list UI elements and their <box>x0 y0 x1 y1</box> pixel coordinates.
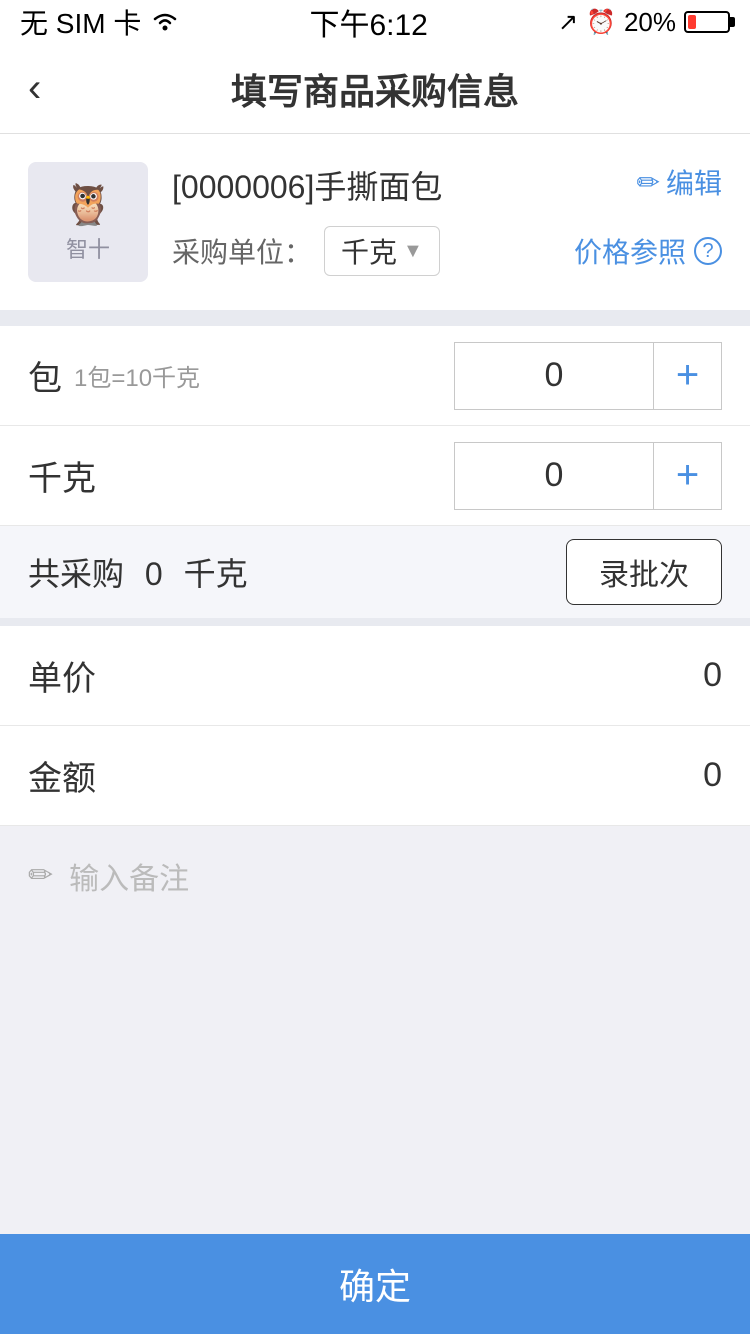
confirm-button-label: 确定 <box>339 1258 411 1310</box>
remark-section[interactable]: ✏ 输入备注 <box>0 826 750 926</box>
product-logo-icon: 🦉 <box>63 181 113 228</box>
nav-bar: ‹ 填写商品采购信息 <box>0 44 750 134</box>
status-bar-right: ↗ ⏰ 20% <box>558 7 730 38</box>
unit-value: 千克 <box>341 231 397 271</box>
kg-plus-icon: + <box>676 453 699 498</box>
unit-select-arrow: ▼ <box>403 240 423 263</box>
bao-input-row: 包 1包=10千克 + <box>0 326 750 426</box>
battery-fill <box>688 15 696 29</box>
battery-percent: 20% <box>624 7 676 38</box>
bao-qty-input[interactable] <box>454 342 654 410</box>
kg-plus-button[interactable]: + <box>654 442 722 510</box>
carrier-text: 无 SIM 卡 <box>20 2 141 42</box>
alarm-icon: ⏰ <box>586 8 616 37</box>
bao-label-main: 包 <box>28 351 62 400</box>
unit-price-row: 单价 0 <box>0 626 750 726</box>
price-ref-button[interactable]: 价格参照 ? <box>574 231 722 271</box>
bao-label: 包 1包=10千克 <box>28 351 200 400</box>
product-unit-left: 采购单位： 千克 ▼ <box>172 226 440 276</box>
product-card: 🦉 智十 [0000006]手撕面包 ✏ 编辑 采购单位： 千克 ▼ <box>0 134 750 318</box>
unit-label: 采购单位： <box>172 231 312 271</box>
input-section: 包 1包=10千克 + 千克 + <box>0 326 750 526</box>
kg-input-right: + <box>454 442 722 510</box>
kg-input-row: 千克 + <box>0 426 750 526</box>
product-info: [0000006]手撕面包 ✏ 编辑 采购单位： 千克 ▼ 价格参照 ? <box>172 162 722 276</box>
record-batch-label: 录批次 <box>599 559 689 592</box>
info-section: 单价 0 金额 0 <box>0 626 750 826</box>
status-time: 下午6:12 <box>309 0 427 44</box>
battery-icon <box>684 11 730 33</box>
total-label: 共采购 <box>28 556 124 592</box>
status-bar: 无 SIM 卡 下午6:12 ↗ ⏰ 20% <box>0 0 750 44</box>
unit-select[interactable]: 千克 ▼ <box>324 226 440 276</box>
back-button[interactable]: ‹ <box>28 66 41 111</box>
record-batch-button[interactable]: 录批次 <box>566 539 722 605</box>
amount-value: 0 <box>703 756 722 795</box>
kg-qty-input[interactable] <box>454 442 654 510</box>
remark-placeholder: 输入备注 <box>69 854 189 898</box>
product-image: 🦉 智十 <box>28 162 148 282</box>
unit-price-value: 0 <box>703 656 722 695</box>
main-container: 无 SIM 卡 下午6:12 ↗ ⏰ 20% ‹ 填写商品采购信息 <box>0 0 750 1326</box>
kg-label: 千克 <box>28 451 96 500</box>
bao-label-sub: 1包=10千克 <box>74 358 200 393</box>
confirm-button[interactable]: 确定 <box>0 1234 750 1334</box>
edit-label: 编辑 <box>666 162 722 202</box>
edit-icon: ✏ <box>637 166 660 199</box>
price-ref-info-icon: ? <box>694 237 722 265</box>
kg-label-main: 千克 <box>28 451 96 500</box>
total-unit: 千克 <box>184 556 248 592</box>
amount-row: 金额 0 <box>0 726 750 826</box>
bao-plus-icon: + <box>676 353 699 398</box>
edit-button[interactable]: ✏ 编辑 <box>637 162 722 202</box>
location-icon: ↗ <box>558 8 578 37</box>
amount-label: 金额 <box>28 751 96 800</box>
page-title: 填写商品采购信息 <box>231 63 519 115</box>
total-row: 共采购 0 千克 录批次 <box>0 526 750 626</box>
product-unit-row: 采购单位： 千克 ▼ 价格参照 ? <box>172 226 722 276</box>
status-bar-left: 无 SIM 卡 <box>20 2 179 42</box>
price-ref-label: 价格参照 <box>574 231 686 271</box>
total-text: 共采购 0 千克 <box>28 549 248 595</box>
product-logo-text: 智十 <box>66 232 110 264</box>
product-name: [0000006]手撕面包 <box>172 162 442 208</box>
product-header: [0000006]手撕面包 ✏ 编辑 <box>172 162 722 208</box>
total-value: 0 <box>145 556 163 592</box>
remark-pencil-icon: ✏ <box>28 858 53 893</box>
bao-input-right: + <box>454 342 722 410</box>
wifi-icon <box>151 6 179 38</box>
bao-plus-button[interactable]: + <box>654 342 722 410</box>
unit-price-label: 单价 <box>28 651 96 700</box>
empty-space <box>0 926 750 1226</box>
section-separator-1 <box>0 318 750 326</box>
